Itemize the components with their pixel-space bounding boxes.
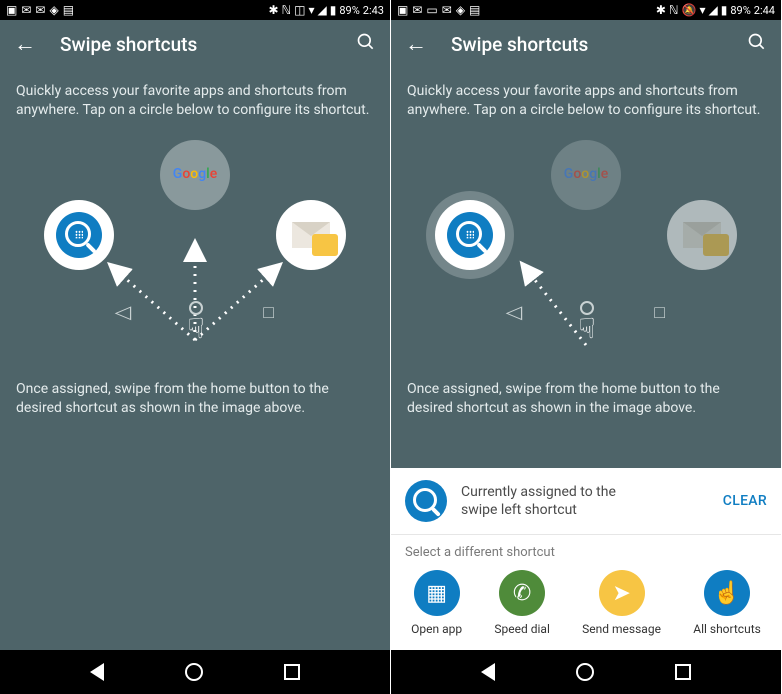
recent-hint-icon: □ xyxy=(263,301,274,325)
select-different-label: Select a different shortcut xyxy=(391,534,781,566)
wifi-icon: ▾ xyxy=(699,3,705,17)
battery-icon: ▮ xyxy=(330,3,337,17)
option-label: Speed dial xyxy=(494,622,549,636)
page-title: Swipe shortcuts xyxy=(60,33,356,56)
pointer-hand-icon: ☟ xyxy=(187,310,204,348)
signal-icon: ◢ xyxy=(709,3,718,17)
back-hint-icon: ◁ xyxy=(114,301,131,325)
notif-icon: ▤ xyxy=(63,3,74,17)
option-label: All shortcuts xyxy=(693,622,761,636)
content-area: Quickly access your favorite apps and sh… xyxy=(0,68,390,650)
instruction-text: Once assigned, swipe from the home butto… xyxy=(16,380,374,418)
assigned-shortcut-icon xyxy=(405,480,447,522)
notif-icon: ▣ xyxy=(6,3,17,17)
speed-dial-icon: ✆ xyxy=(499,570,545,616)
nfc-icon: ℕ xyxy=(282,3,292,17)
system-nav-bar xyxy=(0,650,390,694)
option-label: Open app xyxy=(411,622,462,636)
back-icon[interactable]: ← xyxy=(14,31,36,57)
nfc-icon: ℕ xyxy=(669,3,679,17)
notif-icon: ✉ xyxy=(412,3,422,17)
battery-percent: 89% xyxy=(339,4,359,17)
instruction-text: Once assigned, swipe from the home butto… xyxy=(407,380,765,418)
option-label: Send message xyxy=(582,622,661,636)
status-bar: ▣ ✉ ✉ ◈ ▤ ✱ ℕ ◫ ▾ ◢ ▮ 89% 2:43 xyxy=(0,0,390,20)
mail-icon xyxy=(683,222,721,248)
mail-icon xyxy=(292,222,330,248)
content-area: Quickly access your favorite apps and sh… xyxy=(391,68,781,468)
pointer-hand-icon: ☟ xyxy=(578,310,595,348)
assigned-text: Currently assigned to the swipe left sho… xyxy=(461,483,723,519)
notif-icon: ▭ xyxy=(426,3,437,17)
notif-icon: ✉ xyxy=(35,3,45,17)
option-open-app[interactable]: ▦ Open app xyxy=(411,570,462,636)
signal-icon: ◢ xyxy=(318,3,327,17)
option-send-message[interactable]: ➤ Send message xyxy=(582,570,661,636)
system-nav-bar xyxy=(391,650,781,694)
bluetooth-icon: ✱ xyxy=(656,3,666,17)
battery-icon: ▮ xyxy=(721,3,728,17)
vibrate-icon: ◫ xyxy=(294,3,305,17)
clear-button[interactable]: CLEAR xyxy=(723,493,767,509)
shortcut-circle-search[interactable] xyxy=(44,200,114,270)
assigned-row: Currently assigned to the swipe left sho… xyxy=(391,468,781,534)
notif-icon: ◈ xyxy=(49,3,58,17)
nav-recent-icon[interactable] xyxy=(284,664,300,680)
clock: 2:43 xyxy=(363,4,384,17)
notif-icon: ▤ xyxy=(469,3,480,17)
open-app-icon: ▦ xyxy=(414,570,460,616)
notif-icon: ✉ xyxy=(442,3,452,17)
mute-icon: 🔕 xyxy=(682,3,697,17)
nav-home-icon[interactable] xyxy=(576,663,594,681)
shortcut-circle-search-selected[interactable] xyxy=(435,200,505,270)
phone-screen-right: ▣ ✉ ▭ ✉ ◈ ▤ ✱ ℕ 🔕 ▾ ◢ ▮ 89% 2:44 ← Swipe… xyxy=(391,0,781,694)
notif-icon: ◈ xyxy=(456,3,465,17)
nav-home-icon[interactable] xyxy=(185,663,203,681)
options-row: ▦ Open app ✆ Speed dial ➤ Send message ☝… xyxy=(391,566,781,650)
illustration: Google ◁ □ ☟ xyxy=(407,140,765,380)
back-icon[interactable]: ← xyxy=(405,31,427,57)
shortcut-circle-google[interactable]: Google xyxy=(551,140,621,210)
option-speed-dial[interactable]: ✆ Speed dial xyxy=(494,570,549,636)
nav-back-icon[interactable] xyxy=(481,663,495,681)
assigned-line-1: Currently assigned to the xyxy=(461,483,723,501)
shortcut-circle-mail[interactable] xyxy=(276,200,346,270)
device-search-icon xyxy=(56,212,102,258)
description-text: Quickly access your favorite apps and sh… xyxy=(407,82,765,120)
notif-icon: ▣ xyxy=(397,3,408,17)
send-message-icon: ➤ xyxy=(599,570,645,616)
app-bar: ← Swipe shortcuts xyxy=(391,20,781,68)
status-bar: ▣ ✉ ▭ ✉ ◈ ▤ ✱ ℕ 🔕 ▾ ◢ ▮ 89% 2:44 xyxy=(391,0,781,20)
device-search-icon xyxy=(447,212,493,258)
search-icon[interactable] xyxy=(747,32,767,57)
all-shortcuts-icon: ☝ xyxy=(704,570,750,616)
google-logo: Google xyxy=(173,165,217,184)
shortcut-config-panel: Currently assigned to the swipe left sho… xyxy=(391,468,781,650)
notif-icon: ✉ xyxy=(21,3,31,17)
bluetooth-icon: ✱ xyxy=(268,3,278,17)
phone-screen-left: ▣ ✉ ✉ ◈ ▤ ✱ ℕ ◫ ▾ ◢ ▮ 89% 2:43 ← Swipe s… xyxy=(0,0,390,694)
shortcut-circle-mail[interactable] xyxy=(667,200,737,270)
recent-hint-icon: □ xyxy=(654,301,665,325)
battery-percent: 89% xyxy=(730,4,750,17)
shortcut-circle-google[interactable]: Google xyxy=(160,140,230,210)
page-title: Swipe shortcuts xyxy=(451,33,747,56)
google-logo: Google xyxy=(564,165,608,184)
nav-recent-icon[interactable] xyxy=(675,664,691,680)
description-text: Quickly access your favorite apps and sh… xyxy=(16,82,374,120)
illustration: Google ◁ □ ☟ xyxy=(16,140,374,380)
search-icon[interactable] xyxy=(356,32,376,57)
assigned-line-2: swipe left shortcut xyxy=(461,501,723,519)
nav-back-icon[interactable] xyxy=(90,663,104,681)
clock: 2:44 xyxy=(754,4,775,17)
wifi-icon: ▾ xyxy=(308,3,314,17)
option-all-shortcuts[interactable]: ☝ All shortcuts xyxy=(693,570,761,636)
app-bar: ← Swipe shortcuts xyxy=(0,20,390,68)
back-hint-icon: ◁ xyxy=(505,301,522,325)
